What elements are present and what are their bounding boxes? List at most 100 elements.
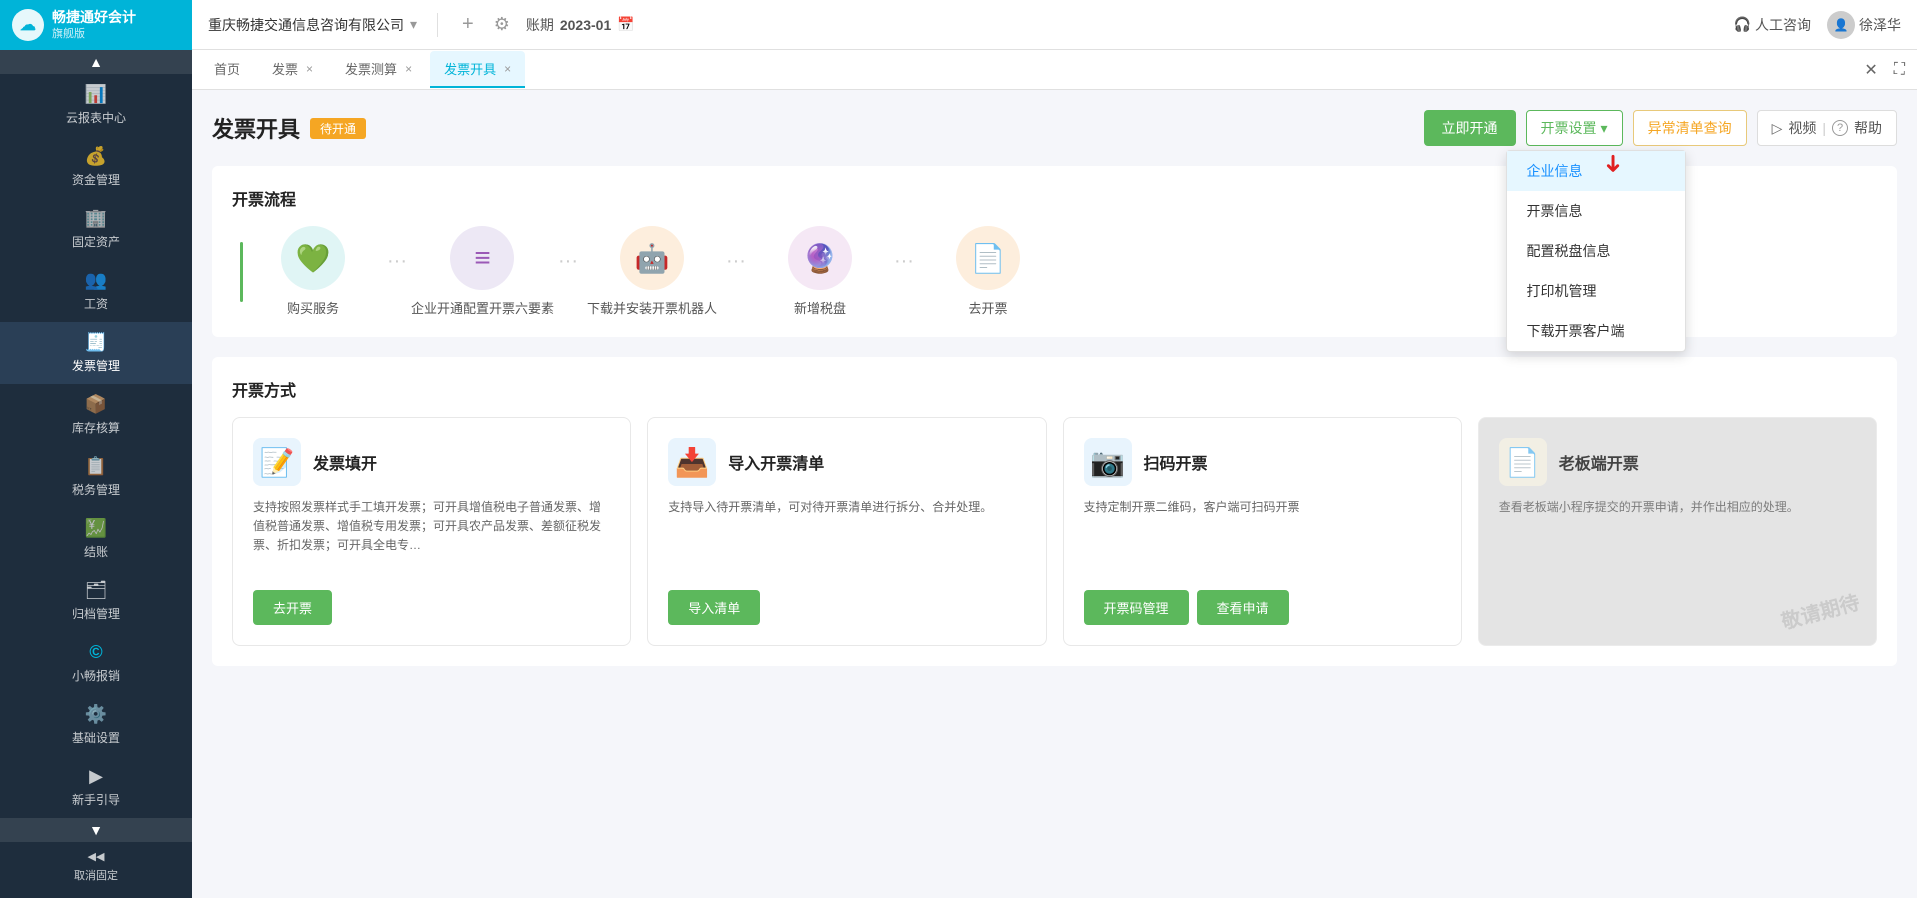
sidebar-item-fixed-assets[interactable]: 🏢 固定资产	[0, 198, 192, 260]
tab-home[interactable]: 首页	[200, 51, 254, 88]
dropdown-item-printer[interactable]: 打印机管理	[1507, 271, 1685, 311]
buy-service-label: 购买服务	[287, 298, 339, 317]
go-invoice-icon: 📄	[956, 226, 1020, 290]
sidebar-item-accounting[interactable]: 💹 结账	[0, 508, 192, 570]
video-icon[interactable]: ▷	[1772, 120, 1783, 137]
add-tax-icon: 🔮	[788, 226, 852, 290]
billing-section: 开票方式 📝 发票填开 支持按照发票样式手工填开发票；可开具增值税电子普通发票、…	[212, 357, 1897, 666]
billing-card-scan-qr: 📷 扫码开票 支持定制开票二维码，客户端可扫码开票 开票码管理 查看申请	[1063, 417, 1462, 646]
archive-icon: 🗂	[85, 580, 108, 601]
buy-service-icon: 💚	[281, 226, 345, 290]
tab-invoice-test[interactable]: 发票测算 ×	[331, 51, 426, 88]
tab-invoice-test-close[interactable]: ×	[405, 62, 412, 76]
settings-dropdown-button[interactable]: 开票设置 ▾	[1526, 110, 1623, 146]
tax-disk-label: 配置税盘信息	[1527, 243, 1611, 259]
activate-button[interactable]: 立即开通	[1424, 110, 1516, 146]
flow-step-config-enterprise: ≡ 企业开通配置开票六要素	[411, 226, 554, 317]
manual-fill-button[interactable]: 去开票	[253, 590, 332, 625]
accounting-icon: 💹	[85, 518, 107, 539]
sidebar-label: 小畅报销	[72, 667, 120, 684]
sidebar-item-new-guide[interactable]: ▶ 新手引导	[0, 756, 192, 818]
boss-invoice-icon: 📄	[1499, 438, 1547, 486]
scan-qr-desc: 支持定制开票二维码，客户端可扫码开票	[1084, 498, 1441, 578]
printer-label: 打印机管理	[1527, 283, 1597, 299]
app-container: ☁ 畅捷通好会计 旗舰版 重庆畅捷交通信息咨询有限公司 ▾ + ⚙ 账期 202…	[0, 0, 1917, 898]
sidebar-label: 归档管理	[72, 605, 120, 622]
manual-fill-desc: 支持按照发票样式手工填开发票；可开具增值税电子普通发票、增值税普通发票、增值税专…	[253, 498, 610, 578]
billing-section-title: 开票方式	[232, 377, 1877, 401]
company-info-label: 企业信息	[1527, 163, 1583, 179]
dropdown-item-company-info[interactable]: 企业信息	[1507, 151, 1685, 191]
sidebar-item-salary[interactable]: 👥 工资	[0, 260, 192, 322]
sidebar-item-report-sales[interactable]: © 小畅报销	[0, 632, 192, 694]
scan-qr-manage-button[interactable]: 开票码管理	[1084, 590, 1189, 625]
username: 徐泽华	[1859, 15, 1901, 35]
config-enterprise-icon: ≡	[450, 226, 514, 290]
tab-invoice-issue-close[interactable]: ×	[504, 62, 511, 76]
sidebar-label: 结账	[84, 543, 108, 560]
logo-text: 畅捷通好会计	[52, 9, 136, 26]
sidebar-item-archive[interactable]: 🗂 归档管理	[0, 570, 192, 632]
logo-icon: ☁	[12, 9, 44, 41]
flow-step-add-tax: 🔮 新增税盘	[750, 226, 890, 317]
download-robot-label: 下载并安装开票机器人	[587, 298, 717, 317]
dropdown-item-tax-disk[interactable]: 配置税盘信息	[1507, 231, 1685, 271]
user-area[interactable]: 👤 徐泽华	[1827, 11, 1901, 39]
invoice-mgmt-icon: 🧾	[85, 332, 107, 353]
exception-list-button[interactable]: 异常清单查询	[1633, 110, 1747, 146]
tab-bar: 首页 发票 × 发票测算 × 发票开具 × ✕ ⛶	[192, 50, 1917, 90]
red-arrow-indicator: ➜	[1603, 149, 1623, 178]
sidebar-item-fund-mgmt[interactable]: 💰 资金管理	[0, 136, 192, 198]
sidebar-item-cancel-fixed[interactable]: ◀◀ 取消固定	[0, 842, 192, 891]
sidebar-item-inventory[interactable]: 📦 库存核算	[0, 384, 192, 446]
settings-icon[interactable]: ⚙	[490, 14, 514, 35]
expand-button[interactable]: ⛶	[1890, 57, 1909, 83]
flow-arrow-4: ···	[894, 250, 914, 293]
tab-invoice-issue[interactable]: 发票开具 ×	[430, 51, 525, 88]
dropdown-item-invoice-info[interactable]: 开票信息	[1507, 191, 1685, 231]
flow-arrow-2: ···	[558, 250, 578, 293]
top-bar: 重庆畅捷交通信息咨询有限公司 ▾ + ⚙ 账期 2023-01 📅 🎧 人工咨询…	[192, 0, 1917, 49]
sidebar-label: 基础设置	[72, 729, 120, 746]
page-header: 发票开具 待开通 立即开通 开票设置 ▾	[212, 110, 1897, 146]
import-list-button[interactable]: 导入清单	[668, 590, 760, 625]
content-area: 首页 发票 × 发票测算 × 发票开具 × ✕ ⛶	[192, 50, 1917, 898]
company-selector[interactable]: 重庆畅捷交通信息咨询有限公司 ▾	[208, 15, 417, 35]
help-label[interactable]: 帮助	[1854, 118, 1882, 138]
tab-invoice-close[interactable]: ×	[306, 62, 313, 76]
video-label[interactable]: 视频	[1788, 118, 1816, 138]
period-value: 2023-01	[560, 17, 611, 33]
scan-qr-icon: 📷	[1084, 438, 1132, 486]
help-icon: ?	[1832, 120, 1848, 136]
scan-qr-view-button[interactable]: 查看申请	[1197, 590, 1289, 625]
headphone-icon: 🎧	[1734, 16, 1751, 33]
guide-icon: ▶	[89, 766, 103, 787]
add-company-button[interactable]: +	[458, 13, 478, 36]
logo-sub: 旗舰版	[52, 25, 136, 41]
divider	[437, 13, 438, 37]
dropdown-item-download-client[interactable]: 下载开票客户端	[1507, 311, 1685, 351]
calendar-icon[interactable]: 📅	[617, 16, 634, 33]
sidebar-scroll-down[interactable]: ▼	[0, 818, 192, 842]
billing-card-manual-fill: 📝 发票填开 支持按照发票样式手工填开发票；可开具增值税电子普通发票、增值税普通…	[232, 417, 631, 646]
sidebar-item-tax-mgmt[interactable]: 📋 税务管理	[0, 446, 192, 508]
scan-qr-action: 开票码管理 查看申请	[1084, 590, 1441, 625]
sidebar-label: 资金管理	[72, 171, 120, 188]
settings-btn-label: 开票设置	[1541, 118, 1597, 138]
logo-area[interactable]: ☁ 畅捷通好会计 旗舰版	[0, 0, 192, 50]
go-invoice-label: 去开票	[968, 298, 1007, 317]
sidebar-item-invoice-mgmt[interactable]: 🧾 发票管理	[0, 322, 192, 384]
chevron-down-icon[interactable]: ▾	[410, 16, 417, 33]
sidebar-label: 库存核算	[72, 419, 120, 436]
period-info: 账期 2023-01 📅	[526, 15, 635, 35]
sidebar-scroll-up[interactable]: ▲	[0, 50, 192, 74]
sidebar-item-cloud-report[interactable]: 📊 云报表中心	[0, 74, 192, 136]
sidebar-item-basic-settings[interactable]: ⚙️ 基础设置	[0, 694, 192, 756]
card-header-manual: 📝 发票填开	[253, 438, 610, 486]
add-tax-label: 新增税盘	[794, 298, 846, 317]
manual-fill-action: 去开票	[253, 590, 610, 625]
tab-invoice[interactable]: 发票 ×	[258, 51, 327, 88]
close-tab-button[interactable]: ✕	[1860, 56, 1881, 84]
invoice-info-label: 开票信息	[1527, 203, 1583, 219]
consult-button[interactable]: 🎧 人工咨询	[1734, 15, 1811, 35]
